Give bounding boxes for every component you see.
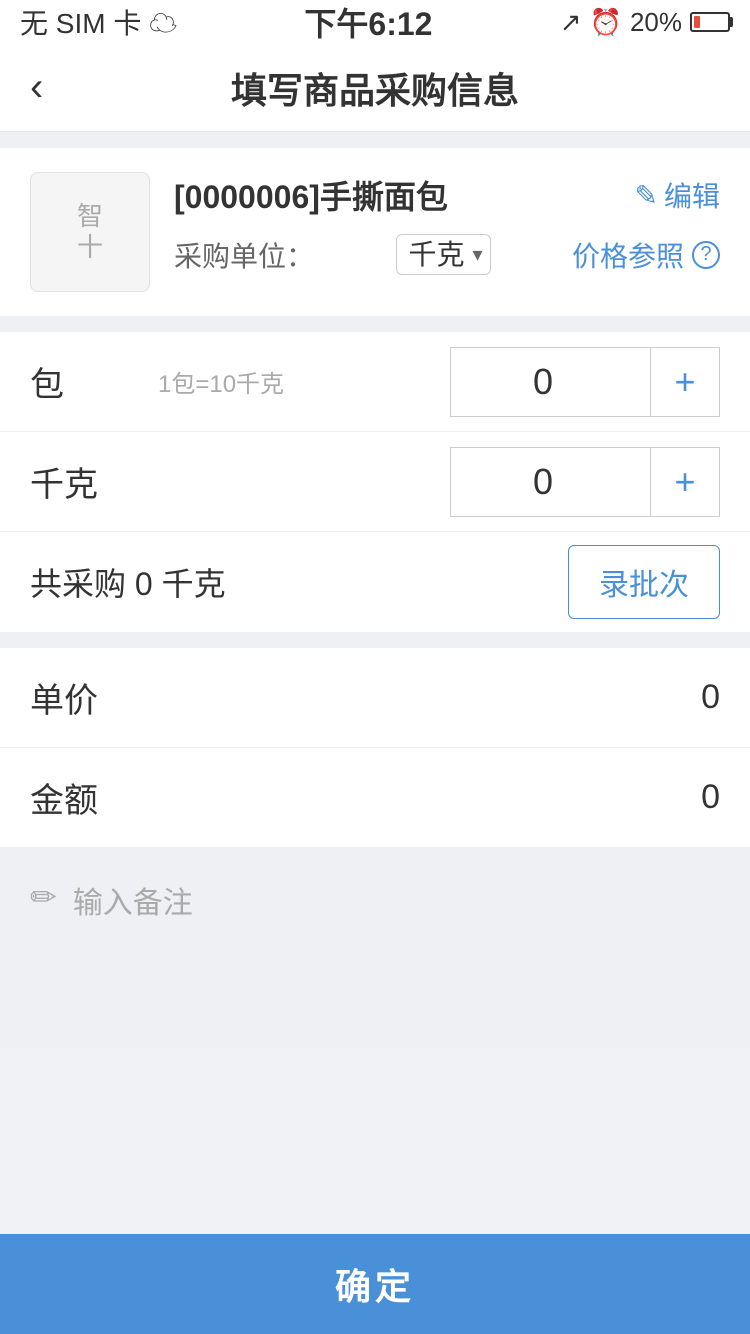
amount-row: 金额 0 (0, 748, 750, 848)
total-text: 共采购 0 千克 (30, 559, 226, 605)
kg-input-row: 千克 + (0, 432, 750, 532)
top-divider (0, 132, 750, 148)
pack-label: 包 (30, 357, 150, 406)
unit-select-wrapper[interactable]: 千克 (396, 234, 491, 275)
unit-select[interactable]: 千克 (396, 234, 491, 275)
kg-label: 千克 (30, 457, 150, 506)
product-unit-row: 采购单位： 千克 价格参照 ? (174, 234, 720, 275)
pack-qty-input[interactable] (450, 347, 650, 417)
help-icon: ? (692, 241, 720, 269)
logo-line2: 十 (77, 232, 103, 263)
unit-price-row: 单价 0 (0, 648, 750, 748)
alarm-icon: ⏰ (590, 7, 622, 38)
unit-price-value: 0 (701, 678, 720, 717)
unit-label: 采购单位： (174, 235, 314, 275)
confirm-button[interactable]: 确定 (0, 1234, 750, 1334)
remark-placeholder: 输入备注 (73, 878, 193, 922)
pack-sublabel: 1包=10千克 (158, 364, 450, 399)
total-row: 共采购 0 千克 录批次 (0, 532, 750, 632)
logo-line1: 智 (77, 201, 103, 232)
location-icon: ↗ (560, 7, 582, 38)
signal-text: 无 SIM 卡 ☁ (20, 2, 177, 42)
total-amount: 0 (135, 566, 162, 602)
status-time: 下午6:12 (304, 0, 432, 45)
kg-input-right: + (450, 447, 720, 517)
page-title: 填写商品采购信息 (231, 62, 519, 114)
kg-qty-input[interactable] (450, 447, 650, 517)
product-name: [0000006]手撕面包 (174, 172, 448, 218)
product-header: [0000006]手撕面包 ✎ 编辑 (174, 172, 720, 218)
back-button[interactable]: ‹ (30, 65, 43, 110)
pencil-icon: ✏ (30, 878, 57, 916)
mid-divider (0, 316, 750, 332)
lower-divider (0, 632, 750, 648)
battery-icon (690, 12, 730, 32)
status-left: 无 SIM 卡 ☁ (20, 2, 177, 42)
pack-plus-button[interactable]: + (650, 347, 720, 417)
edit-icon: ✎ (635, 179, 658, 212)
batch-button[interactable]: 录批次 (568, 545, 720, 619)
status-bar: 无 SIM 卡 ☁ 下午6:12 ↗ ⏰ 20% (0, 0, 750, 44)
amount-value: 0 (701, 778, 720, 817)
pack-input-row: 包 1包=10千克 + (0, 332, 750, 432)
pack-input-right: + (450, 347, 720, 417)
battery-percent: 20% (630, 7, 682, 38)
remark-area[interactable]: ✏ 输入备注 (0, 848, 750, 1048)
product-info: [0000006]手撕面包 ✎ 编辑 采购单位： 千克 价格参照 ? (174, 172, 720, 275)
product-image: 智 十 (30, 172, 150, 292)
kg-plus-button[interactable]: + (650, 447, 720, 517)
amount-label: 金额 (30, 773, 98, 822)
nav-bar: ‹ 填写商品采购信息 (0, 44, 750, 132)
unit-price-label: 单价 (30, 673, 98, 722)
edit-button[interactable]: ✎ 编辑 (635, 175, 720, 215)
product-logo: 智 十 (77, 201, 103, 263)
price-ref-button[interactable]: 价格参照 ? (572, 235, 720, 275)
status-right: ↗ ⏰ 20% (560, 7, 730, 38)
product-card: 智 十 [0000006]手撕面包 ✎ 编辑 采购单位： 千克 (0, 148, 750, 316)
